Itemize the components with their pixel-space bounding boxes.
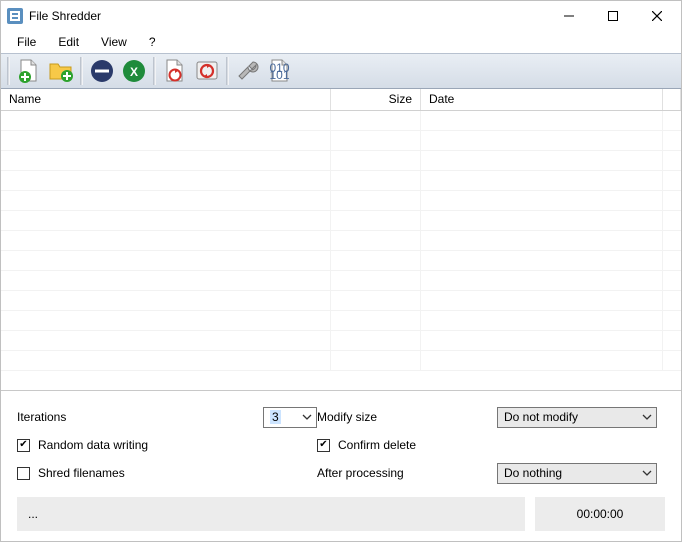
confirm-delete-label: Confirm delete	[338, 438, 416, 452]
file-list[interactable]	[1, 111, 681, 391]
settings-button[interactable]	[233, 56, 263, 86]
modify-size-combo[interactable]: Do not modify	[497, 407, 657, 428]
iterations-label: Iterations	[17, 410, 255, 424]
chevron-down-icon	[641, 411, 653, 423]
binary-button[interactable]: 010101	[265, 56, 295, 86]
random-writing-checkbox[interactable]	[17, 439, 30, 452]
titlebar: File Shredder	[1, 1, 681, 31]
menu-file[interactable]: File	[7, 33, 46, 51]
excel-icon: X	[121, 58, 147, 84]
svg-text:101: 101	[269, 68, 289, 82]
column-date[interactable]: Date	[421, 89, 663, 110]
shred-filenames-label: Shred filenames	[38, 466, 125, 480]
refresh-button[interactable]	[192, 56, 222, 86]
maximize-button[interactable]	[591, 2, 635, 30]
confirm-delete-checkbox[interactable]	[317, 439, 330, 452]
minimize-button[interactable]	[547, 2, 591, 30]
close-button[interactable]	[635, 2, 679, 30]
column-name[interactable]: Name	[1, 89, 331, 110]
elapsed-time-box: 00:00:00	[535, 497, 665, 531]
status-message-box: ...	[17, 497, 525, 531]
modify-size-label: Modify size	[317, 410, 497, 424]
iterations-combo[interactable]: 3	[263, 407, 317, 428]
refresh-page-icon	[162, 58, 188, 84]
excel-button[interactable]: X	[119, 56, 149, 86]
chevron-down-icon	[641, 467, 653, 479]
binary-icon: 010101	[267, 58, 293, 84]
refresh-page-button[interactable]	[160, 56, 190, 86]
menu-help[interactable]: ?	[139, 33, 166, 51]
modify-size-value: Do not modify	[504, 410, 578, 424]
add-folder-button[interactable]	[46, 56, 76, 86]
list-header: Name Size Date	[1, 89, 681, 111]
add-file-button[interactable]	[14, 56, 44, 86]
remove-button[interactable]	[87, 56, 117, 86]
column-size[interactable]: Size	[331, 89, 421, 110]
app-icon	[7, 8, 23, 24]
chevron-down-icon	[301, 411, 313, 423]
add-file-icon	[16, 58, 42, 84]
after-processing-combo[interactable]: Do nothing	[497, 463, 657, 484]
column-padding	[663, 89, 681, 110]
iterations-value: 3	[270, 410, 281, 424]
refresh-icon	[194, 58, 220, 84]
menubar: File Edit View ?	[1, 31, 681, 53]
toolbar: X 010101	[1, 53, 681, 89]
status-message: ...	[28, 507, 38, 521]
options-panel: Iterations 3 Modify size Do not modify R…	[1, 391, 681, 541]
window-title: File Shredder	[29, 9, 547, 23]
after-processing-value: Do nothing	[504, 466, 562, 480]
elapsed-time: 00:00:00	[577, 507, 624, 521]
random-writing-label: Random data writing	[38, 438, 148, 452]
svg-text:X: X	[130, 65, 138, 79]
shred-filenames-checkbox[interactable]	[17, 467, 30, 480]
menu-edit[interactable]: Edit	[48, 33, 89, 51]
add-folder-icon	[48, 58, 74, 84]
wrench-icon	[235, 58, 261, 84]
menu-view[interactable]: View	[91, 33, 137, 51]
after-processing-label: After processing	[317, 466, 497, 480]
remove-icon	[89, 58, 115, 84]
